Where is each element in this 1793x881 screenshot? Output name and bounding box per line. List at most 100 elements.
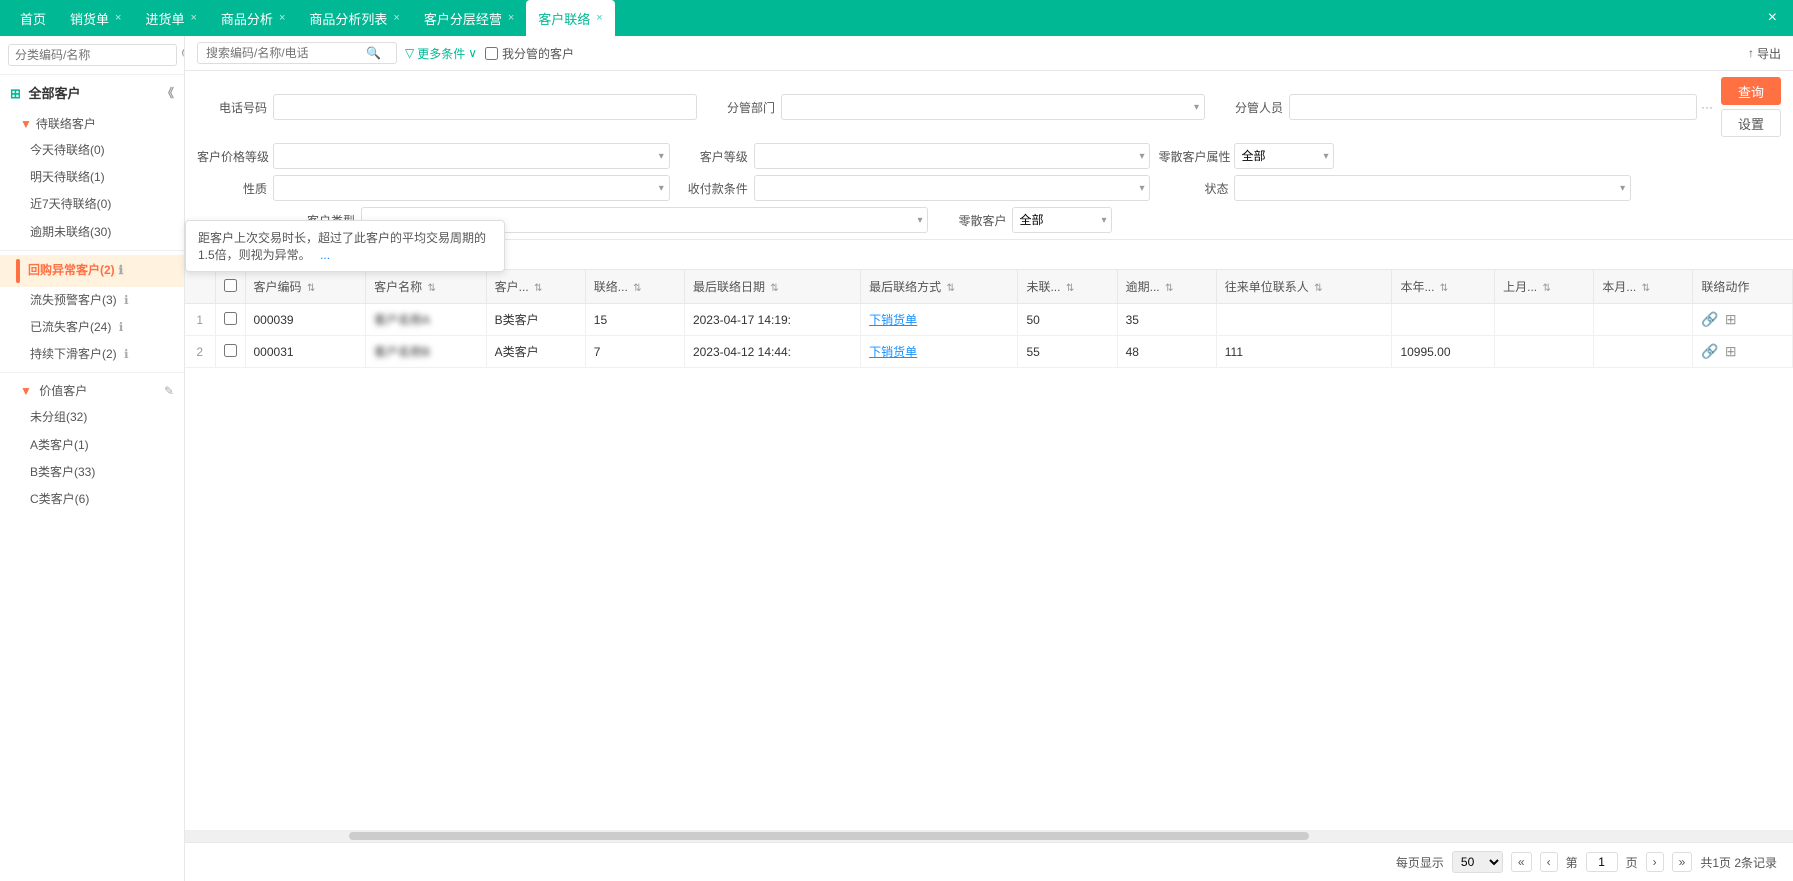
sort-date-icon[interactable]: ⇅ [770, 283, 778, 294]
query-button[interactable]: 查询 [1721, 77, 1781, 105]
col-checkbox [215, 270, 245, 304]
method-link-1[interactable]: 下销货单 [869, 313, 917, 327]
nav-purchase[interactable]: 进货单 × [133, 0, 208, 36]
nav-purchase-close[interactable]: × [190, 12, 196, 24]
sort-uncontact-icon[interactable]: ⇅ [1066, 283, 1074, 294]
arrow-down-icon-value: ▼ [20, 384, 32, 398]
field-retail-attr-select[interactable]: 全部 [1234, 143, 1334, 169]
col-overdue: 逾期... ⇅ [1117, 270, 1216, 304]
field-phone-input[interactable] [273, 94, 697, 120]
field-manager-input[interactable] [1289, 94, 1697, 120]
per-page-select[interactable]: 50 20 100 [1452, 851, 1503, 873]
sidebar-item-today[interactable]: 今天待联络(0) [0, 137, 184, 164]
page-input[interactable] [1586, 852, 1618, 872]
link-icon-1[interactable]: 🔗 [1701, 311, 1718, 328]
row-actions-1: 🔗 ⊞ [1693, 304, 1793, 336]
sort-contact2-icon[interactable]: ⇅ [1314, 283, 1322, 294]
my-customer-checkbox[interactable] [485, 47, 498, 60]
horizontal-scrollbar[interactable] [185, 830, 1793, 842]
grid-icon-2[interactable]: ⊞ [1725, 343, 1737, 360]
sort-name-icon[interactable]: ⇅ [427, 283, 435, 294]
next-page-btn[interactable]: › [1646, 852, 1664, 872]
field-dept: 分管部门 ▾ [705, 94, 1205, 120]
field-price-level-label: 客户价格等级 [197, 148, 267, 165]
sort-level-icon[interactable]: ⇅ [534, 283, 542, 294]
sort-month-icon[interactable]: ⇅ [1642, 283, 1650, 294]
edit-icon[interactable]: ✎ [164, 384, 174, 398]
row-checkbox-1[interactable] [224, 312, 237, 325]
field-retail-select[interactable]: 全部 [1012, 207, 1112, 233]
page-label: 第 [1566, 854, 1578, 871]
sidebar-item-7days[interactable]: 近7天待联络(0) [0, 191, 184, 218]
info-icon-0[interactable]: ℹ [119, 261, 124, 280]
sidebar-group-pending[interactable]: ▼ 待联络客户 [0, 110, 184, 137]
method-link-2[interactable]: 下销货单 [869, 345, 917, 359]
sidebar-item-ungroup[interactable]: 未分组(32) [0, 404, 184, 431]
prev-page-btn[interactable]: ‹ [1540, 852, 1558, 872]
search-input[interactable] [206, 46, 366, 60]
field-customer-level-select[interactable] [754, 143, 1151, 169]
sort-code-icon[interactable]: ⇅ [307, 283, 315, 294]
export-icon: ↑ [1748, 46, 1754, 60]
sort-year-icon[interactable]: ⇅ [1440, 283, 1448, 294]
field-nature-select[interactable] [273, 175, 670, 201]
info-icon-1[interactable]: ℹ [124, 293, 129, 307]
field-status-select[interactable] [1234, 175, 1631, 201]
info-icon-3[interactable]: ℹ [124, 347, 129, 361]
field-retail-attr-wrap: 全部 ▾ [1234, 143, 1334, 169]
link-icon-2[interactable]: 🔗 [1701, 343, 1718, 360]
sidebar-item-a-class[interactable]: A类客户(1) [0, 432, 184, 459]
nav-product-analysis[interactable]: 商品分析 × [209, 0, 297, 36]
sort-lmonth-icon[interactable]: ⇅ [1542, 283, 1550, 294]
tooltip-more[interactable]: ... [320, 248, 330, 262]
nav-customer-contact-close[interactable]: × [596, 12, 602, 24]
nav-product-analysis-close[interactable]: × [279, 12, 285, 24]
nav-sales-close[interactable]: × [115, 12, 121, 24]
grid-icon-1[interactable]: ⊞ [1725, 311, 1737, 328]
sidebar-item-b-class[interactable]: B类客户(33) [0, 459, 184, 486]
nav-home[interactable]: 首页 [8, 0, 58, 36]
info-icon-2[interactable]: ℹ [119, 320, 124, 334]
scrollbar-thumb[interactable] [349, 832, 1309, 840]
nav-customer-segment-close[interactable]: × [508, 12, 514, 24]
sort-method-icon[interactable]: ⇅ [947, 283, 955, 294]
col-contact2: 往来单位联系人 ⇅ [1216, 270, 1392, 304]
sort-overdue-icon[interactable]: ⇅ [1165, 283, 1173, 294]
sidebar-collapse-btn[interactable]: 《 [162, 84, 174, 101]
nav-product-analysis-list-close[interactable]: × [393, 12, 399, 24]
ellipsis-manager-icon[interactable]: ··· [1701, 100, 1713, 114]
field-dept-select[interactable] [781, 94, 1205, 120]
page-label2: 页 [1626, 854, 1638, 871]
first-page-btn[interactable]: « [1511, 852, 1532, 872]
last-page-btn[interactable]: » [1672, 852, 1693, 872]
sidebar-item-c-class[interactable]: C类客户(6) [0, 486, 184, 513]
nav-product-analysis-list[interactable]: 商品分析列表 × [297, 0, 411, 36]
field-price-level-select[interactable] [273, 143, 670, 169]
sidebar-item-repurchase-abnormal[interactable]: 回购异常客户(2) ℹ [0, 255, 184, 287]
nav-customer-segment[interactable]: 客户分层经营 × [412, 0, 526, 36]
pagination-bar: 每页显示 50 20 100 « ‹ 第 页 › » 共1页 2条记录 [185, 842, 1793, 881]
nav-customer-contact[interactable]: 客户联络 × [526, 0, 614, 36]
window-close-icon[interactable]: × [1760, 9, 1785, 27]
row-contact-1: 15 [585, 304, 684, 336]
sidebar-group-value[interactable]: ▼ 价值客户 ✎ [0, 377, 184, 404]
my-customer-check[interactable]: 我分管的客户 [485, 45, 574, 62]
setting-button[interactable]: 设置 [1721, 109, 1781, 137]
sort-contact-icon[interactable]: ⇅ [633, 283, 641, 294]
field-payment-select[interactable] [754, 175, 1151, 201]
export-btn[interactable]: ↑ 导出 [1748, 45, 1781, 62]
sidebar-search-input[interactable] [8, 44, 177, 66]
row-checkbox-2[interactable] [224, 344, 237, 357]
sidebar-all-customers[interactable]: ⊞ 全部客户 《 [0, 75, 184, 110]
sidebar-item-declining[interactable]: 持续下滑客户(2) ℹ [0, 341, 184, 368]
select-all-checkbox[interactable] [224, 279, 237, 292]
more-conditions-btn[interactable]: ▽ 更多条件 ∨ [405, 45, 477, 62]
sidebar-item-tomorrow[interactable]: 明天待联络(1) [0, 164, 184, 191]
chevron-down-icon: ∨ [468, 46, 477, 60]
sidebar-item-overdue[interactable]: 逾期未联络(30) [0, 219, 184, 246]
sidebar-item-churn-warning[interactable]: 流失预警客户(3) ℹ [0, 287, 184, 314]
nav-sales[interactable]: 销货单 × [58, 0, 133, 36]
sidebar-item-churned[interactable]: 已流失客户(24) ℹ [0, 314, 184, 341]
field-status-label: 状态 [1158, 180, 1228, 197]
search-icon[interactable]: 🔍 [366, 46, 381, 60]
